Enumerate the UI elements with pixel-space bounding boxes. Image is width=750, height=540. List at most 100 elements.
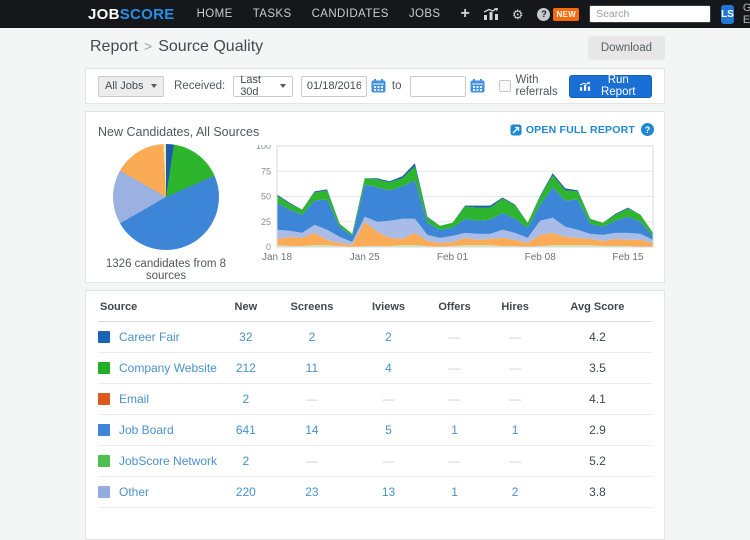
- source-link[interactable]: Job Board: [119, 423, 174, 437]
- reports-icon[interactable]: [483, 8, 498, 20]
- source-link[interactable]: Other: [119, 485, 149, 499]
- source-link[interactable]: Career Fair: [119, 330, 180, 344]
- avg-score-value: 4.2: [589, 330, 606, 344]
- avg-score-value: 5.2: [589, 454, 606, 468]
- svg-text:Feb 01: Feb 01: [437, 252, 469, 263]
- new-count-link[interactable]: 641: [236, 423, 256, 437]
- iviews-count-link[interactable]: 5: [385, 423, 392, 437]
- new-cell: 641: [223, 414, 269, 446]
- with-referrals-checkbox[interactable]: [498, 80, 511, 92]
- date-range-select[interactable]: Last 30d: [233, 74, 293, 98]
- calendar-icon[interactable]: [470, 79, 485, 93]
- source-color-swatch: [98, 455, 110, 467]
- search-input[interactable]: [589, 5, 712, 23]
- source-link[interactable]: Email: [119, 392, 149, 406]
- date-to-input[interactable]: [409, 75, 466, 97]
- source-link[interactable]: Company Website: [119, 361, 217, 375]
- column-header-iviews: Iviews: [355, 291, 422, 322]
- source-color-swatch: [98, 331, 110, 343]
- run-report-label: Run Report: [600, 74, 636, 98]
- hires-cell: 1: [487, 414, 543, 446]
- download-button[interactable]: Download: [587, 36, 665, 60]
- empty-value: —: [382, 392, 395, 406]
- column-header-avg-score: Avg Score: [542, 291, 652, 322]
- report-link-row: OPEN FULL REPORT ?: [510, 123, 654, 136]
- avg-score-cell: 2.9: [542, 414, 652, 446]
- iviews-count-link[interactable]: 2: [385, 330, 392, 344]
- offers-count-link[interactable]: 1: [451, 423, 458, 437]
- iviews-cell: 4: [355, 352, 422, 384]
- screens-count-link[interactable]: 14: [305, 423, 318, 437]
- avg-score-cell: 5.2: [542, 445, 652, 477]
- screens-count-link[interactable]: 23: [305, 485, 318, 499]
- source-cell: Job Board: [98, 414, 223, 446]
- new-count-link[interactable]: 220: [236, 485, 256, 499]
- nav-item-jobs[interactable]: JOBS: [409, 8, 441, 20]
- help-question-glyph: ?: [537, 7, 551, 21]
- hires-count-link[interactable]: 2: [512, 485, 519, 499]
- svg-text:50: 50: [261, 192, 271, 202]
- calendar-icon[interactable]: [371, 79, 386, 93]
- table-header-row: Source New Screens Iviews Offers Hires Avg Sco…: [98, 291, 652, 322]
- avatar[interactable]: LS: [721, 4, 734, 24]
- jobscore-logo[interactable]: JOBSCORE: [88, 6, 175, 23]
- breadcrumb-report-link[interactable]: Report: [90, 38, 138, 55]
- source-cell: Email: [98, 383, 223, 415]
- source-link[interactable]: JobScore Network: [119, 454, 217, 468]
- svg-text:0: 0: [266, 242, 271, 252]
- screens-count-link[interactable]: 11: [306, 361, 318, 375]
- offers-count-link[interactable]: 1: [451, 485, 458, 499]
- help-icon[interactable]: ? NEW: [537, 7, 580, 21]
- source-color-swatch: [98, 393, 110, 405]
- screens-count-link[interactable]: 2: [309, 330, 316, 344]
- help-icon[interactable]: ?: [641, 123, 654, 136]
- column-header-source: Source: [98, 291, 223, 322]
- new-count-link[interactable]: 2: [243, 454, 250, 468]
- received-label: Received:: [174, 80, 226, 92]
- new-count-link[interactable]: 2: [243, 392, 250, 406]
- source-cell: JobScore Network: [98, 445, 223, 477]
- source-cell: Other: [98, 476, 223, 508]
- screens-cell: 2: [268, 321, 356, 353]
- avg-score-value: 2.9: [589, 423, 606, 437]
- offers-cell: —: [421, 445, 488, 477]
- hires-cell: —: [487, 383, 543, 415]
- column-header-hires: Hires: [487, 291, 543, 322]
- svg-text:25: 25: [261, 217, 271, 227]
- source-quality-table: Source New Screens Iviews Offers Hires Avg Sco…: [98, 291, 652, 508]
- new-cell: 220: [223, 476, 269, 508]
- add-icon[interactable]: +: [460, 6, 469, 22]
- svg-text:Jan 25: Jan 25: [350, 252, 380, 263]
- iviews-cell: 5: [355, 414, 422, 446]
- jobs-filter-select[interactable]: All Jobs: [98, 75, 165, 97]
- date-from-input[interactable]: [300, 75, 367, 97]
- avg-score-cell: 3.8: [542, 476, 652, 508]
- gear-icon[interactable]: ⚙: [512, 8, 524, 21]
- account-name: Galactic Empire: [742, 2, 750, 26]
- new-count-link[interactable]: 212: [236, 361, 256, 375]
- nav-item-candidates[interactable]: CANDIDATES: [312, 8, 389, 20]
- iviews-count-link[interactable]: 13: [382, 485, 395, 499]
- open-full-report-link[interactable]: OPEN FULL REPORT: [510, 124, 635, 136]
- new-cell: 2: [223, 445, 269, 477]
- avg-score-cell: 3.5: [542, 352, 652, 384]
- iviews-cell: —: [355, 445, 422, 477]
- svg-text:Feb 08: Feb 08: [525, 252, 557, 263]
- source-cell: Company Website: [98, 352, 223, 384]
- nav-item-tasks[interactable]: TASKS: [253, 8, 292, 20]
- iviews-count-link[interactable]: 4: [385, 361, 392, 375]
- avg-score-cell: 4.1: [542, 383, 652, 415]
- empty-value: —: [382, 454, 395, 468]
- new-count-link[interactable]: 32: [239, 330, 252, 344]
- svg-text:Feb 15: Feb 15: [612, 252, 644, 263]
- empty-value: —: [509, 392, 522, 406]
- jobs-filter-value: All Jobs: [105, 80, 144, 92]
- run-report-button[interactable]: Run Report: [569, 74, 652, 98]
- hires-count-link[interactable]: 1: [512, 423, 519, 437]
- source-color-swatch: [98, 486, 110, 498]
- empty-value: —: [509, 330, 522, 344]
- new-cell: 212: [223, 352, 269, 384]
- table-row: JobScore Network 2 — — — — 5.2: [98, 445, 652, 477]
- page-header: Report > Source Quality Download: [0, 28, 750, 66]
- nav-item-home[interactable]: HOME: [197, 8, 233, 20]
